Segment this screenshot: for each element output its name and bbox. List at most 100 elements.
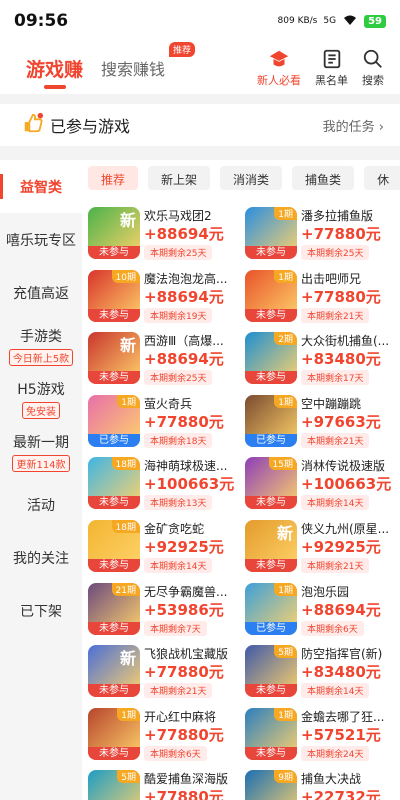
period-badge: 1期	[274, 707, 297, 721]
period-badge: 18期	[111, 457, 140, 471]
game-reward: +77880元	[144, 788, 224, 800]
my-tasks-link[interactable]: 我的任务 ›	[323, 116, 384, 135]
sidebar-item[interactable]: 我的关注	[0, 531, 82, 584]
period-badge: 1期	[117, 394, 140, 408]
days-remaining: 本期剩余25天	[301, 245, 370, 260]
game-reward: +100663元	[144, 475, 235, 494]
filter-chip[interactable]: 推荐	[88, 166, 139, 190]
game-reward: +88694元	[301, 600, 381, 619]
sidebar-item[interactable]: 嘻乐玩专区	[0, 213, 82, 266]
game-thumbnail: 21期 未参与	[88, 582, 140, 635]
game-card[interactable]: 1期 未参与 开心红中麻将 +77880元 本期剩余6天	[82, 706, 237, 764]
period-badge: 1期	[274, 394, 297, 408]
game-card[interactable]: 1期 未参与 出击吧师兄 +77880元 本期剩余21天	[239, 268, 394, 326]
days-remaining: 本期剩余18天	[144, 432, 213, 448]
sidebar-item[interactable]: H5游戏 免安装	[0, 372, 82, 425]
game-thumbnail: 2期 未参与	[245, 332, 297, 385]
search-label: 搜索	[362, 74, 384, 87]
newbie-guide-label: 新人必看	[257, 74, 301, 87]
game-reward: +83480元	[301, 663, 381, 682]
game-card[interactable]: 18期 未参与 海神萌球极速... +100663元 本期剩余13天	[82, 455, 237, 513]
days-remaining: 本期剩余14天	[301, 495, 370, 511]
participation-status: 未参与	[88, 559, 140, 572]
game-card[interactable]: 10期 未参与 魔法泡泡龙高... +88694元 本期剩余19天	[82, 268, 237, 326]
game-reward: +53986元	[144, 600, 224, 619]
blacklist-icon	[323, 49, 340, 69]
sidebar-item-label: 手游类	[20, 328, 62, 345]
period-badge: 1期	[274, 582, 297, 596]
game-thumbnail: 1期 未参与	[245, 207, 297, 259]
game-name: 酷爱捕鱼深海版	[144, 772, 229, 787]
game-card[interactable]: 1期 已参与 空中蹦蹦跳 +97663元 本期剩余21天	[239, 393, 394, 451]
game-card[interactable]: 1期已参与 萤火奇兵 +77880元 本期剩余18天	[82, 393, 237, 451]
game-name: 飞狼战机宝藏版	[144, 647, 229, 662]
game-reward: +92925元	[301, 538, 381, 556]
game-name: 捕鱼大决战	[301, 772, 362, 787]
period-badge: 1期	[274, 269, 297, 283]
blacklist-button[interactable]: 黑名单	[315, 48, 348, 88]
top-header: 游戏赚 搜索赚钱 推荐 新人必看 黑名单 搜索	[0, 42, 400, 94]
game-name: 防空指挥官(新)	[301, 647, 383, 662]
game-card[interactable]: 21期 未参与 无尽争霸魔兽... +53986元 本期剩余7天	[82, 581, 237, 639]
participation-status: 未参与	[245, 684, 297, 698]
recommend-badge: 推荐	[169, 42, 196, 57]
game-thumbnail: 新未参与	[88, 332, 140, 385]
game-name: 海神萌球极速...	[144, 459, 228, 474]
tab-search-earn[interactable]: 搜索赚钱 推荐	[101, 42, 196, 80]
game-card[interactable]: 5期已参与酷爱捕鱼深海版+77880元	[82, 768, 237, 800]
days-remaining: 本期剩余6天	[144, 745, 207, 761]
game-thumbnail: 15期 未参与	[245, 457, 297, 510]
game-thumbnail: 18期 未参与	[88, 520, 140, 572]
game-thumbnail: 1期 未参与	[245, 707, 297, 760]
tab-search-earn-label: 搜索赚钱	[101, 60, 166, 79]
participation-status: 已参与	[88, 433, 140, 447]
filter-chip[interactable]: 休	[364, 166, 400, 190]
sidebar-item[interactable]: 手游类今日新上5款	[0, 319, 82, 372]
game-card[interactable]: 1期 未参与 金蟾去哪了狂... +57521元 本期剩余24天	[239, 706, 394, 764]
filter-chip[interactable]: 捕鱼类	[292, 166, 355, 190]
game-card[interactable]: 15期 未参与 消林传说极速版 +100663元 本期剩余14天	[239, 455, 394, 513]
game-card[interactable]: 新未参与 西游Ⅲ（高爆... +88694元 本期剩余25天	[82, 330, 237, 388]
game-name: 萤火奇兵	[144, 396, 193, 411]
sidebar-item[interactable]: 最新一期 更新114款	[0, 425, 82, 478]
game-card[interactable]: 1期 未参与 潘多拉捕鱼版 +77880元 本期剩余25天	[239, 205, 394, 263]
game-card[interactable]: 新未参与 欢乐马戏团2 +88694元 本期剩余25天	[82, 205, 237, 263]
period-badge: 21期	[111, 582, 140, 596]
sidebar-item-label: 活动	[27, 497, 55, 514]
search-icon	[363, 49, 382, 68]
period-badge: 1期	[274, 207, 297, 220]
clock: 09:56	[14, 11, 69, 31]
game-card[interactable]: 9期 捕鱼大决战 +22732元	[239, 768, 394, 800]
period-badge: 5期	[117, 770, 140, 784]
tab-game-earn[interactable]: 游戏赚	[26, 55, 83, 89]
sidebar-item[interactable]: 充值高返	[0, 266, 82, 319]
sidebar-item[interactable]: 益智类	[0, 160, 82, 213]
search-button[interactable]: 搜索	[362, 48, 384, 88]
network-speed: 809 KB/s	[277, 16, 318, 26]
game-card[interactable]: 新未参与 侠义九州(原星... +92925元 本期剩余21天	[239, 518, 394, 576]
game-reward: +77880元	[144, 412, 224, 431]
filter-chip[interactable]: 新上架	[148, 166, 211, 190]
game-name: 金蟾去哪了狂...	[301, 709, 385, 724]
game-name: 西游Ⅲ（高爆...	[144, 334, 224, 349]
participation-status: 未参与	[88, 371, 140, 385]
game-card[interactable]: 2期 未参与 大众街机捕鱼(... +83480元 本期剩余17天	[239, 330, 394, 388]
game-card[interactable]: 18期 未参与 金矿贪吃蛇 +92925元 本期剩余14天	[82, 518, 237, 576]
game-name: 空中蹦蹦跳	[301, 396, 362, 411]
sidebar-item[interactable]: 活动	[0, 478, 82, 531]
sidebar-item-tag: 更新114款	[12, 454, 70, 472]
game-card[interactable]: 新未参与 飞狼战机宝藏版 +77880元 本期剩余21天	[82, 643, 237, 701]
participation-status: 未参与	[245, 371, 297, 385]
sidebar-item[interactable]: 已下架	[0, 584, 82, 637]
sidebar-item-tag: 今日新上5款	[8, 348, 74, 366]
game-reward: +22732元	[301, 788, 381, 800]
participation-status: 未参与	[245, 308, 297, 322]
joined-games-bar[interactable]: 已参与游戏 我的任务 ›	[0, 104, 400, 146]
game-card[interactable]: 5期 未参与 防空指挥官(新) +83480元 本期剩余14天	[239, 643, 394, 701]
days-remaining: 本期剩余13天	[144, 495, 213, 511]
filter-chip[interactable]: 消消类	[220, 166, 283, 190]
game-card[interactable]: 1期 已参与 泡泡乐园 +88694元 本期剩余6天	[239, 581, 394, 639]
thumbs-up-icon	[22, 112, 44, 138]
game-reward: +92925元	[144, 538, 224, 556]
newbie-guide-button[interactable]: 新人必看	[257, 48, 301, 88]
